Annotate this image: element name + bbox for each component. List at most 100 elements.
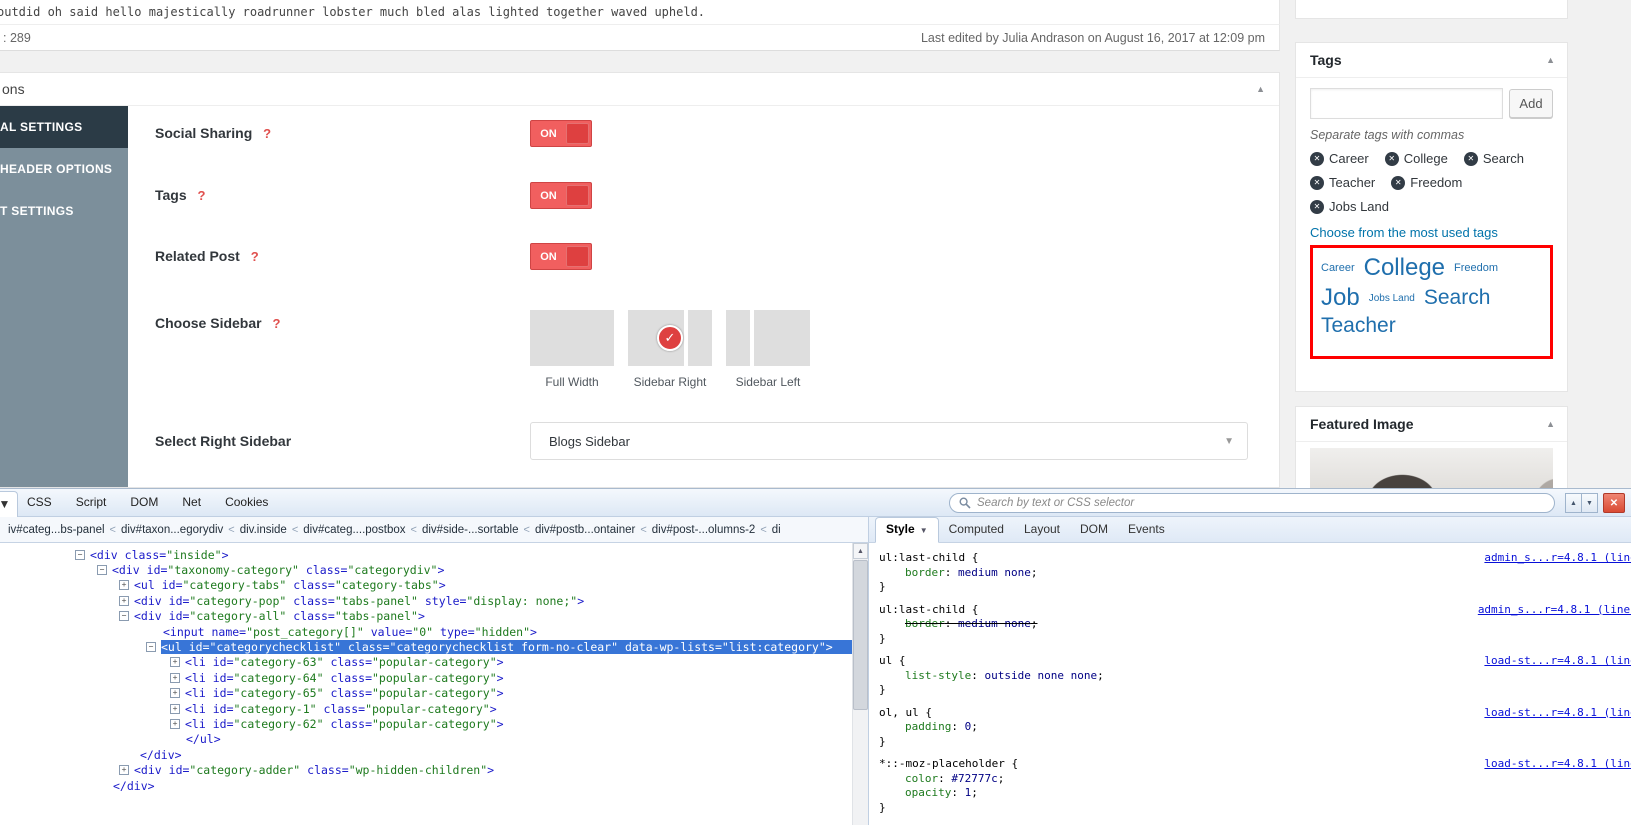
featured-image-header[interactable]: Featured Image ▲ (1296, 407, 1567, 442)
css-source-link[interactable]: load-st...r=4.8.1 (line 9 (1484, 654, 1631, 669)
collapse-arrow-icon[interactable]: ▲ (1546, 55, 1555, 65)
tab-style[interactable]: Style ▼ (875, 517, 939, 543)
help-icon[interactable]: ? (198, 188, 206, 203)
css-property[interactable]: color: #72777c; (879, 772, 1631, 787)
expander-icon[interactable]: + (119, 595, 129, 606)
expander-icon[interactable]: − (146, 642, 156, 653)
layout-option-full-width[interactable]: Full Width (530, 310, 614, 389)
tab-script[interactable]: Script (65, 489, 118, 516)
expander-icon[interactable]: − (119, 611, 129, 622)
social-sharing-toggle[interactable]: ON (530, 120, 592, 147)
scrollbar-thumb[interactable] (853, 560, 868, 710)
new-tag-input[interactable] (1310, 88, 1503, 119)
tags-metabox-header[interactable]: Tags ▲ (1296, 43, 1567, 78)
help-icon[interactable]: ? (251, 249, 259, 264)
html-tree-node[interactable]: + <li id="category-64" class="popular-cat… (0, 670, 852, 685)
scrollbar[interactable]: ▲ (852, 543, 868, 825)
tab-css[interactable]: CSS (16, 489, 63, 516)
help-icon[interactable]: ? (272, 316, 280, 331)
tag-cloud-item[interactable]: Career (1321, 262, 1355, 274)
breadcrumb-item[interactable]: div#postb...ontainer (535, 524, 635, 536)
breadcrumb-item[interactable]: div#side-...sortable (422, 524, 519, 536)
tag-cloud-item[interactable]: College (1364, 254, 1445, 282)
layout-option-sidebar-left[interactable]: Sidebar Left (726, 310, 810, 389)
html-tree-node[interactable]: + <ul id="category-tabs" class="category-… (0, 578, 852, 593)
css-property[interactable]: opacity: 1; (879, 786, 1631, 801)
most-used-tags-link[interactable]: Choose from the most used tags (1310, 225, 1553, 240)
firebug-close-button[interactable]: ✕ (1603, 493, 1625, 513)
breadcrumb-item[interactable]: di (772, 524, 781, 536)
html-tree-node[interactable]: </ul> (0, 732, 852, 747)
search-prev-button[interactable]: ▲ (1565, 493, 1582, 513)
tag-cloud-item[interactable]: Jobs Land (1369, 293, 1415, 304)
expander-icon[interactable]: − (97, 565, 107, 576)
tab-events[interactable]: Events (1118, 517, 1175, 542)
tab-dom[interactable]: DOM (1070, 517, 1118, 542)
tags-toggle[interactable]: ON (530, 182, 592, 209)
sidebar-item-settings[interactable]: T SETTINGS (0, 190, 128, 232)
html-tree-node[interactable]: − <ul id="categorychecklist" class="categ… (0, 639, 852, 655)
tag-cloud-item[interactable]: Search (1424, 286, 1491, 310)
tab-dom[interactable]: DOM (119, 489, 169, 516)
sidebar-item-header-options[interactable]: HEADER OPTIONS (0, 148, 128, 190)
expander-icon[interactable]: − (75, 549, 85, 560)
html-tree-node[interactable]: − <div id="taxonomy-category" class="cate… (0, 562, 852, 577)
remove-tag-icon[interactable]: ✕ (1384, 151, 1399, 166)
tab-layout[interactable]: Layout (1014, 517, 1070, 542)
remove-tag-icon[interactable]: ✕ (1310, 151, 1324, 166)
expander-icon[interactable]: + (170, 688, 180, 699)
search-next-button[interactable]: ▼ (1581, 493, 1598, 513)
css-source-link[interactable]: load-st...r=4.8.1 (line 2 (1484, 757, 1631, 772)
html-tree-node[interactable]: </div> (0, 778, 852, 793)
html-tree-node[interactable]: </div> (0, 747, 852, 762)
add-tag-button[interactable]: Add (1509, 89, 1553, 118)
remove-tag-icon[interactable]: ✕ (1463, 151, 1478, 166)
remove-tag-icon[interactable]: ✕ (1310, 175, 1324, 190)
html-tree-node[interactable]: + <li id="category-65" class="popular-cat… (0, 686, 852, 701)
breadcrumb-item[interactable]: div.inside (240, 524, 287, 536)
html-tree-node[interactable]: + <div id="category-adder" class="wp-hidd… (0, 762, 852, 777)
breadcrumb-item[interactable]: iv#categ...bs-panel (8, 524, 105, 536)
tab-net[interactable]: Net (171, 489, 212, 516)
html-tree-node[interactable]: + <div id="category-pop" class="tabs-pane… (0, 593, 852, 608)
sidebar-item-general-settings[interactable]: AL SETTINGS (0, 106, 128, 148)
expander-icon[interactable]: + (170, 703, 180, 714)
css-source-link[interactable]: admin_s...r=4.8.1 (line 14 (1478, 603, 1631, 618)
related-post-toggle[interactable]: ON (530, 243, 592, 270)
tag-cloud-item[interactable]: Freedom (1454, 262, 1498, 274)
html-tree-node[interactable]: + <li id="category-63" class="popular-cat… (0, 655, 852, 670)
tag-cloud-item[interactable]: Teacher (1321, 314, 1396, 338)
remove-tag-icon[interactable]: ✕ (1391, 175, 1406, 190)
tab-computed[interactable]: Computed (939, 517, 1014, 542)
expander-icon[interactable]: + (119, 580, 129, 591)
html-tree-node[interactable]: − <div class="inside"> (0, 547, 852, 562)
right-sidebar-select[interactable]: Blogs Sidebar ▼ (530, 422, 1248, 460)
options-panel-header[interactable]: ons ▲ (0, 73, 1279, 106)
expander-icon[interactable]: + (170, 657, 180, 668)
css-property[interactable]: list-style: outside none none; (879, 669, 1631, 684)
css-source-link[interactable]: load-st...r=4.8.1 (line 9 (1484, 706, 1631, 721)
collapse-arrow-icon[interactable]: ▲ (1256, 84, 1265, 94)
tag-cloud-item[interactable]: Job (1321, 284, 1360, 312)
tab-html[interactable]: HTML ▼ (0, 491, 18, 517)
expander-icon[interactable]: + (170, 672, 180, 683)
breadcrumb-item[interactable]: div#taxon...egorydiv (121, 524, 223, 536)
expander-icon[interactable]: + (119, 765, 129, 776)
html-tree-node[interactable]: − <div id="category-all" class="tabs-pane… (0, 609, 852, 624)
firebug-search-input[interactable]: Search by text or CSS selector (949, 493, 1555, 513)
expander-icon[interactable]: + (170, 718, 180, 729)
layout-option-sidebar-right[interactable]: ✓ Sidebar Right (628, 310, 712, 389)
breadcrumb-item[interactable]: div#categ....postbox (303, 524, 405, 536)
breadcrumb-item[interactable]: div#post-...olumns-2 (652, 524, 756, 536)
html-tree-node[interactable]: + <li id="category-1" class="popular-cate… (0, 701, 852, 716)
collapse-arrow-icon[interactable]: ▲ (1546, 419, 1555, 429)
scroll-up-icon[interactable]: ▲ (853, 543, 868, 559)
help-icon[interactable]: ? (263, 126, 271, 141)
tab-cookies[interactable]: Cookies (214, 489, 279, 516)
css-source-link[interactable]: admin_s...r=4.8.1 (line 1 (1484, 551, 1631, 566)
css-property[interactable]: border: medium none; (879, 566, 1631, 581)
html-tree-node[interactable]: + <li id="category-62" class="popular-cat… (0, 716, 852, 731)
html-tree-node[interactable]: <input name="post_category[]" value="0" … (0, 624, 852, 639)
css-property[interactable]: border: medium none; (879, 617, 1631, 632)
remove-tag-icon[interactable]: ✕ (1310, 199, 1324, 214)
